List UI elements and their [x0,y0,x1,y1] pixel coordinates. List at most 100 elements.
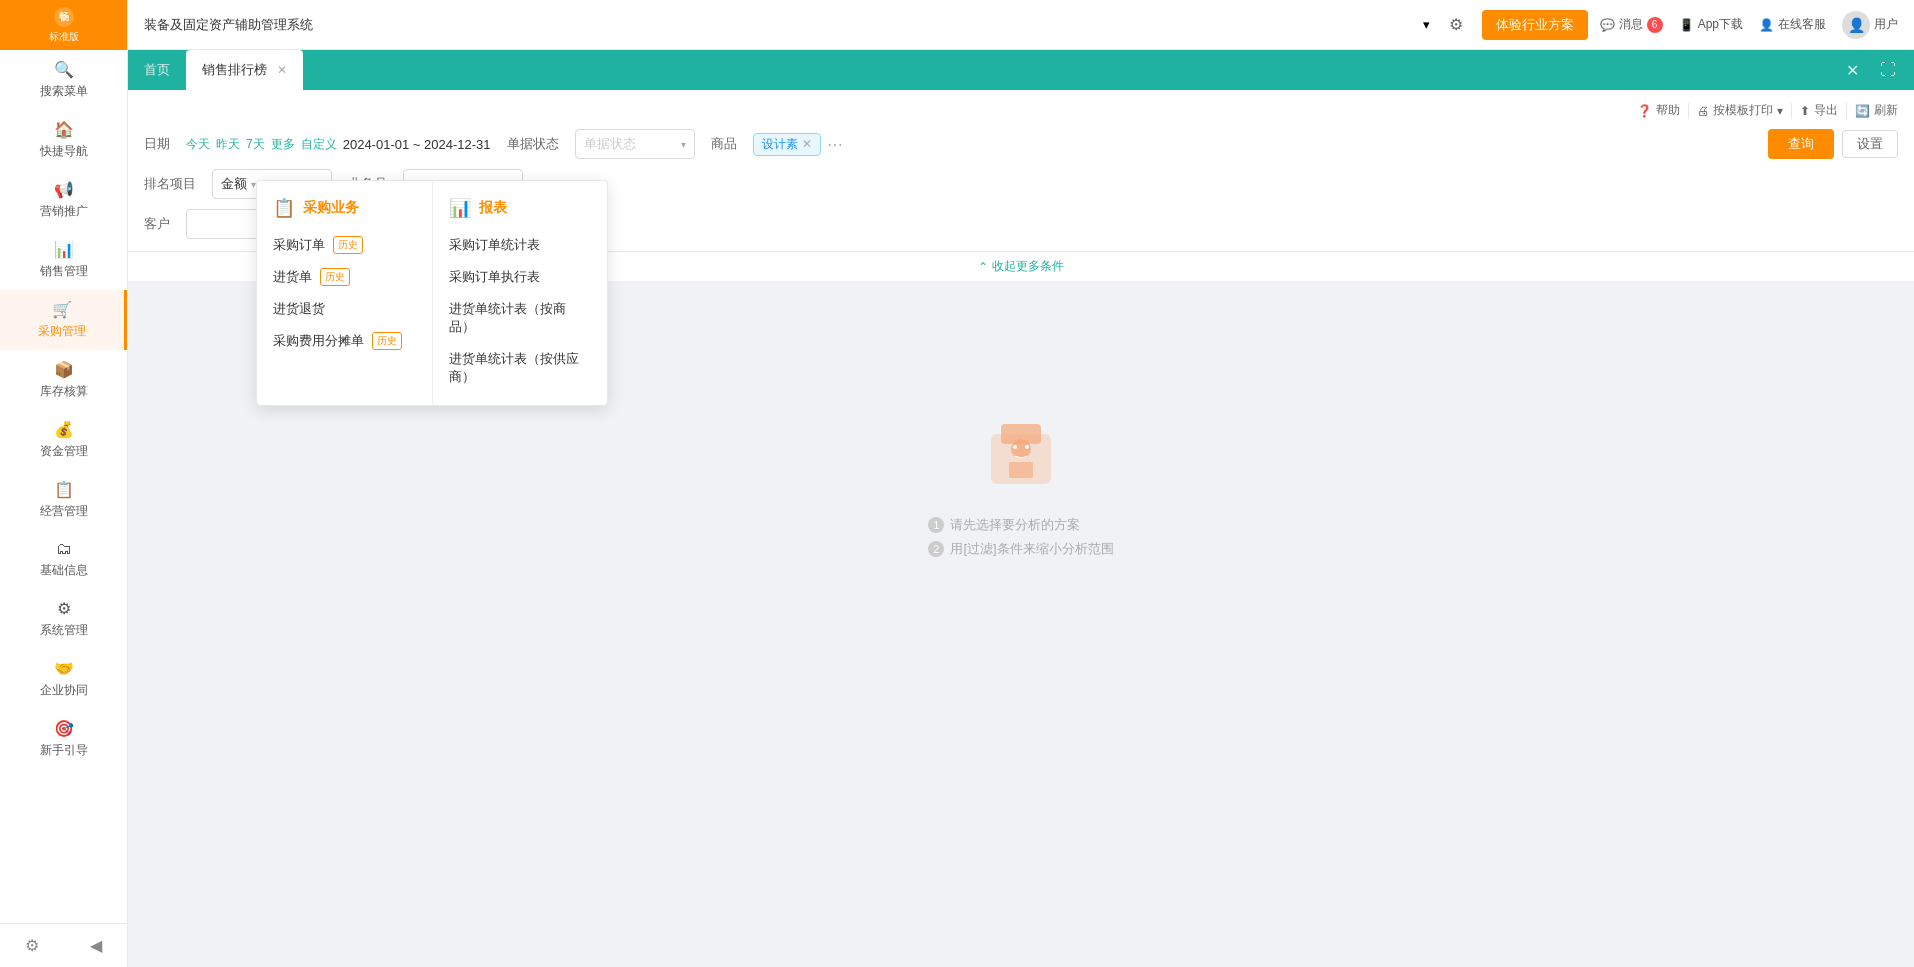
content-area: ❓ 帮助 🖨 按模板打印 ▾ ⬆ 导出 [128,90,1914,967]
goods-tag-close[interactable]: ✕ [802,137,812,151]
divider3 [1846,103,1847,119]
sidebar-item-finance[interactable]: 💰 资金管理 [0,410,127,470]
sidebar-item-enterprise[interactable]: 🤝 企业协同 [0,649,127,709]
tabbar-close-btn[interactable]: ✕ [1838,56,1866,84]
empty-tip-1: 1 请先选择要分析的方案 [928,516,1113,534]
goods-receipt-label: 进货单 [273,268,312,286]
purchase-business-header: 📋 采购业务 [257,193,432,229]
print-icon: 🖨 [1697,104,1709,118]
date-range-selector[interactable]: 今天 昨天 7天 更多 自定义 2024-01-01 ~ 2024-12-31 [186,136,491,153]
svg-point-6 [1013,445,1017,449]
goods-return-item[interactable]: 进货退货 [257,293,432,325]
sidebar-item-label: 企业协同 [40,682,88,699]
settings-btn2[interactable]: 设置 [1842,130,1898,158]
export-btn[interactable]: ⬆ 导出 [1800,102,1838,119]
purchase-order-exec-item[interactable]: 采购订单执行表 [433,261,608,293]
empty-tips: 1 请先选择要分析的方案 2 用[过滤]条件来缩小分析范围 [928,516,1113,558]
help-btn[interactable]: ❓ 帮助 [1637,102,1680,119]
export-icon: ⬆ [1800,104,1810,118]
sidebar-item-new-guide[interactable]: 🎯 新手引导 [0,709,127,769]
date-preset-today[interactable]: 今天 [186,136,210,153]
divider1 [1688,103,1689,119]
date-preset-more[interactable]: 更多 [271,136,295,153]
tab-home[interactable]: 首页 [128,50,186,90]
date-range-value: 2024-01-01 ~ 2024-12-31 [343,137,491,152]
purchase-dropdown: 📋 采购业务 采购订单 历史 进货单 历史 进货退货 采购费用分摊单 历史 [256,180,608,406]
sidebar-item-basic-info[interactable]: 🗂 基础信息 [0,530,127,589]
date-preset-custom[interactable]: 自定义 [301,136,337,153]
goods-receipt-stats-supplier-label: 进货单统计表（按供应商） [449,350,592,386]
collapse-btn[interactable]: ⌃ 收起更多条件 [978,258,1064,275]
online-service-label: 在线客服 [1778,16,1826,33]
marketing-icon: 📢 [54,180,74,199]
notifications-btn[interactable]: 💬 消息 6 [1600,16,1663,33]
rank-label: 排名项目 [144,175,196,193]
notifications-label: 消息 [1619,16,1643,33]
toolbar-row: ❓ 帮助 🖨 按模板打印 ▾ ⬆ 导出 [144,102,1898,119]
purchase-order-stats-label: 采购订单统计表 [449,236,540,254]
help-label: 帮助 [1656,102,1680,119]
collapse-up-icon: ⌃ [978,260,988,274]
empty-illustration [971,404,1071,504]
goods-receipt-hist: 历史 [320,268,350,286]
sidebar-item-sales[interactable]: 📊 销售管理 [0,230,127,290]
sidebar-item-search[interactable]: 🔍 搜索菜单 [0,50,127,110]
refresh-icon: 🔄 [1855,104,1870,118]
user-btn[interactable]: 👤 用户 [1842,11,1898,39]
search-icon: 🔍 [54,60,74,79]
online-service-btn[interactable]: 👤 在线客服 [1759,16,1826,33]
purchase-order-item[interactable]: 采购订单 历史 [257,229,432,261]
tip-num-2: 2 [928,541,944,557]
app-download-btn[interactable]: 📱 App下载 [1679,16,1743,33]
print-label: 按模板打印 [1713,102,1773,119]
notifications-badge: 6 [1647,17,1663,33]
sidebar-logo-label: 标准版 [49,30,79,44]
sidebar-item-inventory[interactable]: 📦 库存核算 [0,350,127,410]
main-area: 装备及固定资产辅助管理系统 ▾ ⚙ 体验行业方案 💬 消息 6 📱 App下载 … [128,0,1914,967]
goods-receipt-stats-supplier-item[interactable]: 进货单统计表（按供应商） [433,343,608,393]
print-btn[interactable]: 🖨 按模板打印 ▾ [1697,102,1783,119]
sidebar-item-label: 基础信息 [40,562,88,579]
sidebar-settings-btn[interactable]: ⚙ [25,936,39,955]
tab-sales-rank[interactable]: 销售排行榜 ✕ [186,50,303,90]
sidebar-item-label: 新手引导 [40,742,88,759]
tab-close-icon[interactable]: ✕ [277,63,287,77]
sidebar-item-label: 经营管理 [40,503,88,520]
refresh-btn[interactable]: 🔄 刷新 [1855,102,1898,119]
query-btn[interactable]: 查询 [1768,129,1834,159]
sidebar-item-system[interactable]: ⚙ 系统管理 [0,589,127,649]
sidebar-item-marketing[interactable]: 📢 营销推广 [0,170,127,230]
purchase-order-hist: 历史 [333,236,363,254]
goods-filter: 设计素 ✕ ⋯ [753,133,843,156]
order-status-select[interactable]: 单据状态 ▾ [575,129,695,159]
goods-more-btn[interactable]: ⋯ [827,135,843,154]
tabbar-fullscreen-btn[interactable]: ⛶ [1874,56,1902,84]
avatar: 👤 [1842,11,1870,39]
reports-col: 📊 报表 采购订单统计表 采购订单执行表 进货单统计表（按商品） 进货单统计表（… [433,181,608,405]
date-label: 日期 [144,135,170,153]
toolbar-right: ❓ 帮助 🖨 按模板打印 ▾ ⬆ 导出 [1637,102,1898,119]
empty-tip-2: 2 用[过滤]条件来缩小分析范围 [928,540,1113,558]
purchase-expense-item[interactable]: 采购费用分摊单 历史 [257,325,432,357]
sidebar-collapse-btn[interactable]: ◀ [90,936,102,955]
sidebar-item-quick-nav[interactable]: 🏠 快捷导航 [0,110,127,170]
purchase-order-stats-item[interactable]: 采购订单统计表 [433,229,608,261]
goods-receipt-stats-goods-item[interactable]: 进货单统计表（按商品） [433,293,608,343]
goods-return-label: 进货退货 [273,300,325,318]
goods-tag-text: 设计素 [762,136,798,153]
goods-receipt-item[interactable]: 进货单 历史 [257,261,432,293]
tab-home-label: 首页 [144,61,170,79]
topbar-settings-btn[interactable]: ⚙ [1442,11,1470,39]
topbar-title-dropdown[interactable]: ▾ [1423,17,1430,32]
sidebar-item-operations[interactable]: 📋 经营管理 [0,470,127,530]
date-preset-7days[interactable]: 7天 [246,136,265,153]
tab-sales-rank-label: 销售排行榜 [202,61,267,79]
order-status-arrow: ▾ [681,139,686,150]
sidebar-item-purchase[interactable]: 🛒 采购管理 [0,290,127,350]
enterprise-icon: 🤝 [54,659,74,678]
tip-num-1: 1 [928,517,944,533]
date-preset-yesterday[interactable]: 昨天 [216,136,240,153]
purchase-order-exec-label: 采购订单执行表 [449,268,540,286]
industry-btn[interactable]: 体验行业方案 [1482,10,1588,40]
sidebar-item-label: 资金管理 [40,443,88,460]
